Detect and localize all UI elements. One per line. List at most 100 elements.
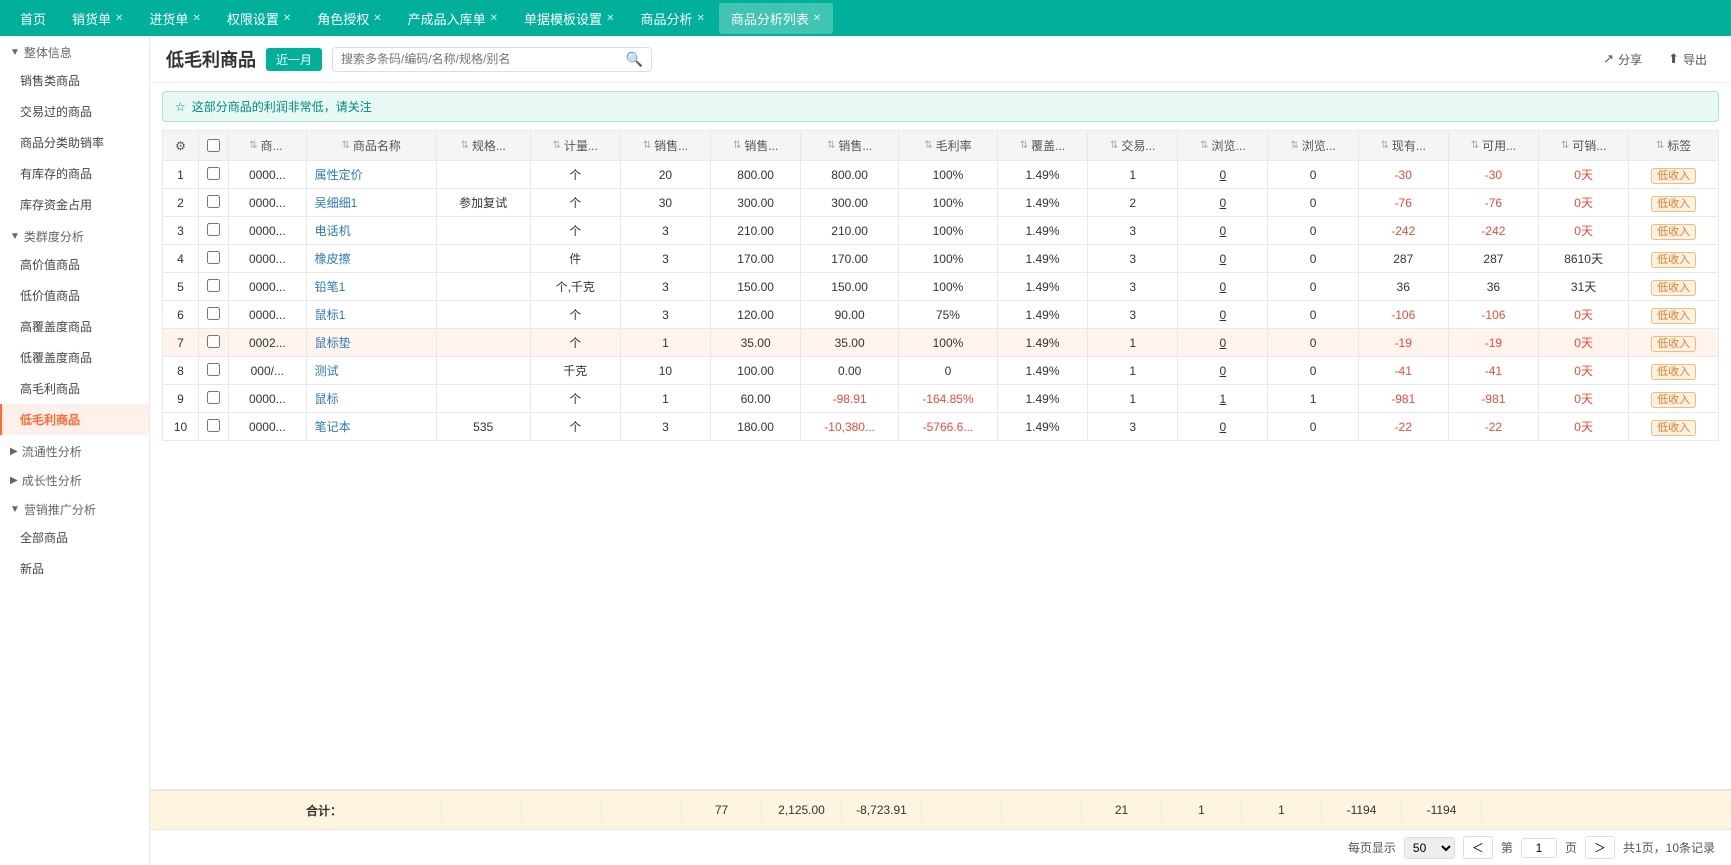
page-input[interactable]: [1521, 838, 1557, 858]
nav-sales-order[interactable]: 销货单 ✕: [60, 3, 135, 34]
row-browse1[interactable]: 0: [1178, 245, 1268, 273]
sidebar-item-low-coverage[interactable]: 低覆盖度商品: [0, 342, 149, 373]
row-checkbox[interactable]: [199, 413, 229, 441]
sidebar-item-high-margin[interactable]: 高毛利商品: [0, 373, 149, 404]
col-sales-count[interactable]: ⇅销售...: [620, 131, 710, 161]
next-page-button[interactable]: ＞: [1585, 836, 1615, 859]
row-checkbox[interactable]: [199, 301, 229, 329]
sidebar-group-cluster[interactable]: ▼ 类群度分析: [0, 220, 149, 249]
row-browse1[interactable]: 0: [1178, 329, 1268, 357]
col-browse2[interactable]: ⇅浏览...: [1268, 131, 1358, 161]
row-select-checkbox[interactable]: [207, 307, 220, 320]
nav-close-icon[interactable]: ✕: [696, 13, 704, 24]
sidebar-group-marketing[interactable]: ▼ 营销推广分析: [0, 493, 149, 522]
row-browse1[interactable]: 0: [1178, 357, 1268, 385]
sidebar-group-circulation[interactable]: ▶ 流通性分析: [0, 435, 149, 464]
col-available[interactable]: ⇅可用...: [1448, 131, 1538, 161]
row-name[interactable]: 鼠标: [306, 385, 436, 413]
row-browse1[interactable]: 0: [1178, 217, 1268, 245]
col-code[interactable]: ⇅商...: [229, 131, 307, 161]
row-name[interactable]: 鼠标1: [306, 301, 436, 329]
sidebar-item-category-sales-rate[interactable]: 商品分类助销率: [0, 127, 149, 158]
col-select-all[interactable]: [199, 131, 229, 161]
row-name[interactable]: 吴细细1: [306, 189, 436, 217]
row-checkbox[interactable]: [199, 273, 229, 301]
sidebar-item-traded-goods[interactable]: 交易过的商品: [0, 96, 149, 127]
row-checkbox[interactable]: [199, 245, 229, 273]
col-unit[interactable]: ⇅计量...: [530, 131, 620, 161]
row-browse1[interactable]: 0: [1178, 189, 1268, 217]
col-sales-profit[interactable]: ⇅销售...: [801, 131, 899, 161]
row-browse1[interactable]: 0: [1178, 301, 1268, 329]
nav-close-icon[interactable]: ✕: [283, 13, 291, 24]
row-select-checkbox[interactable]: [207, 363, 220, 376]
nav-close-icon[interactable]: ✕: [606, 13, 614, 24]
col-browse1[interactable]: ⇅浏览...: [1178, 131, 1268, 161]
row-browse1[interactable]: 1: [1178, 385, 1268, 413]
col-gross-margin[interactable]: ⇅毛利率: [899, 131, 998, 161]
row-select-checkbox[interactable]: [207, 195, 220, 208]
table-container[interactable]: ⚙ ⇅商... ⇅商品名称 ⇅规格... ⇅计量... ⇅销售... ⇅销售..…: [150, 130, 1731, 789]
sidebar-item-high-value[interactable]: 高价值商品: [0, 249, 149, 280]
time-filter-button[interactable]: 近一月: [266, 48, 322, 71]
row-checkbox[interactable]: [199, 385, 229, 413]
row-browse1[interactable]: 0: [1178, 413, 1268, 441]
row-name[interactable]: 电话机: [306, 217, 436, 245]
row-browse1[interactable]: 0: [1178, 273, 1268, 301]
row-name[interactable]: 橡皮擦: [306, 245, 436, 273]
row-select-checkbox[interactable]: [207, 251, 220, 264]
nav-close-icon[interactable]: ✕: [373, 13, 381, 24]
sidebar-item-inventory-capital[interactable]: 库存资金占用: [0, 189, 149, 220]
sidebar-item-low-margin[interactable]: 低毛利商品: [0, 404, 149, 435]
sidebar-group-overall[interactable]: ▼ 整体信息: [0, 36, 149, 65]
nav-close-icon[interactable]: ✕: [192, 13, 200, 24]
sidebar-item-in-stock-goods[interactable]: 有库存的商品: [0, 158, 149, 189]
search-icon[interactable]: 🔍: [626, 51, 643, 68]
nav-close-icon[interactable]: ✕: [490, 13, 498, 24]
col-current[interactable]: ⇅现有...: [1358, 131, 1448, 161]
nav-template-settings[interactable]: 单据模板设置 ✕: [512, 3, 626, 34]
sidebar-item-sales-goods[interactable]: 销售类商品: [0, 65, 149, 96]
row-select-checkbox[interactable]: [207, 419, 220, 432]
col-saleable[interactable]: ⇅可销...: [1539, 131, 1629, 161]
col-spec[interactable]: ⇅规格...: [436, 131, 530, 161]
sidebar-item-all-goods[interactable]: 全部商品: [0, 522, 149, 553]
row-checkbox[interactable]: [199, 217, 229, 245]
row-select-checkbox[interactable]: [207, 279, 220, 292]
row-checkbox[interactable]: [199, 161, 229, 189]
nav-close-icon[interactable]: ✕: [813, 13, 821, 24]
col-tag[interactable]: ⇅标签: [1629, 131, 1719, 161]
nav-close-icon[interactable]: ✕: [115, 13, 123, 24]
nav-permissions[interactable]: 权限设置 ✕: [215, 3, 303, 34]
row-name[interactable]: 测试: [306, 357, 436, 385]
col-trade-count[interactable]: ⇅交易...: [1088, 131, 1178, 161]
row-browse1[interactable]: 0: [1178, 161, 1268, 189]
sidebar-group-growth[interactable]: ▶ 成长性分析: [0, 464, 149, 493]
export-button[interactable]: ⬆ 导出: [1660, 48, 1715, 71]
select-all-checkbox[interactable]: [207, 139, 220, 152]
nav-purchase-order[interactable]: 进货单 ✕: [137, 3, 212, 34]
col-sales-amount[interactable]: ⇅销售...: [711, 131, 801, 161]
nav-product-analysis-list[interactable]: 商品分析列表 ✕: [719, 3, 833, 34]
nav-product-entry[interactable]: 产成品入库单 ✕: [396, 3, 510, 34]
col-settings[interactable]: ⚙: [163, 131, 199, 161]
prev-page-button[interactable]: ＜: [1463, 836, 1493, 859]
row-name[interactable]: 鼠标垫: [306, 329, 436, 357]
row-select-checkbox[interactable]: [207, 335, 220, 348]
search-input[interactable]: [341, 52, 620, 66]
per-page-select[interactable]: 50 100 200: [1404, 837, 1455, 859]
row-name[interactable]: 铅笔1: [306, 273, 436, 301]
row-select-checkbox[interactable]: [207, 223, 220, 236]
sidebar-item-new-goods[interactable]: 新品: [0, 553, 149, 584]
sidebar-item-low-value[interactable]: 低价值商品: [0, 280, 149, 311]
row-checkbox[interactable]: [199, 189, 229, 217]
sidebar-item-high-coverage[interactable]: 高覆盖度商品: [0, 311, 149, 342]
row-checkbox[interactable]: [199, 357, 229, 385]
row-select-checkbox[interactable]: [207, 391, 220, 404]
share-button[interactable]: ↗ 分享: [1595, 48, 1650, 71]
row-name[interactable]: 笔记本: [306, 413, 436, 441]
row-checkbox[interactable]: [199, 329, 229, 357]
nav-role-auth[interactable]: 角色授权 ✕: [305, 3, 393, 34]
nav-product-analysis[interactable]: 商品分析 ✕: [628, 3, 716, 34]
nav-home[interactable]: 首页: [8, 3, 58, 34]
